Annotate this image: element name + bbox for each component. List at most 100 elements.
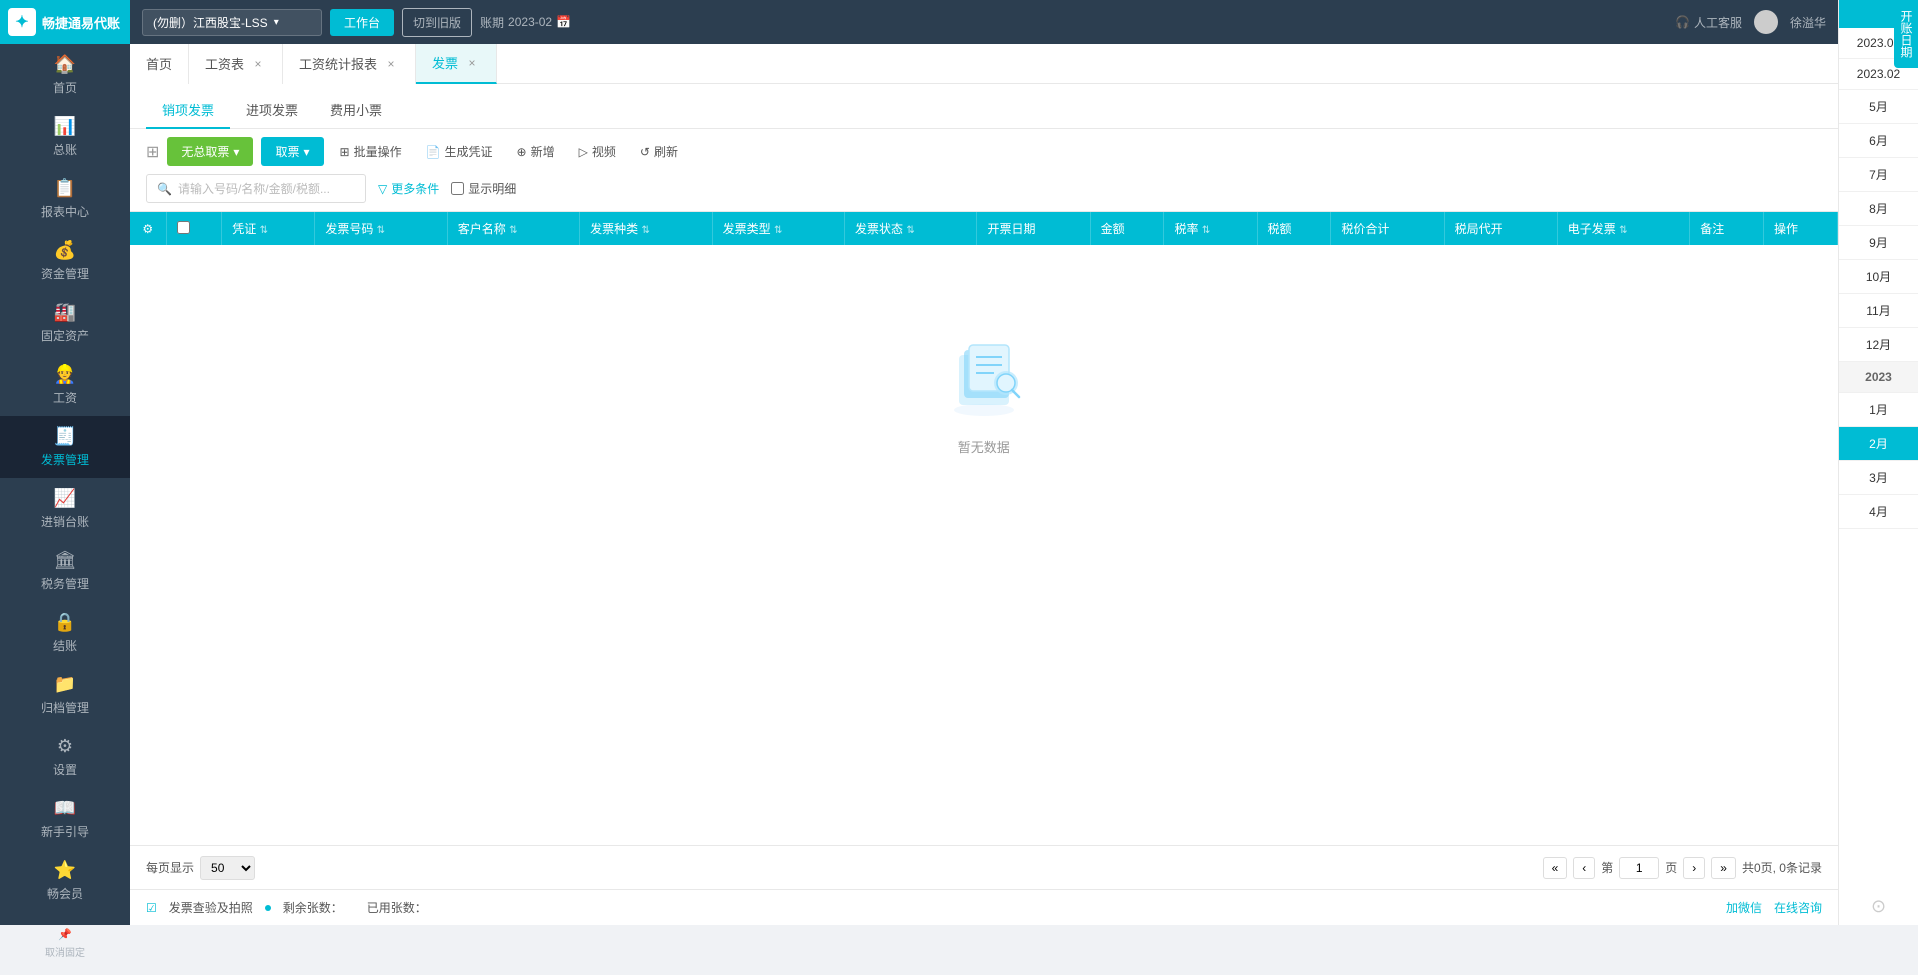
per-page-select[interactable]: 50 100 200 — [200, 856, 255, 880]
sidebar-item-funds[interactable]: 💰 资金管理 — [0, 230, 130, 292]
sidebar-item-label: 固定资产 — [41, 327, 89, 344]
sidebar-item-settings[interactable]: ⚙ 设置 — [0, 726, 130, 788]
tab-payroll-report-close[interactable]: × — [383, 56, 399, 72]
sidebar-item-guide[interactable]: 📖 新手引导 — [0, 788, 130, 850]
sidebar-item-archive[interactable]: 📁 归档管理 — [0, 664, 130, 726]
sidebar-item-payroll[interactable]: 👷 工资 — [0, 354, 130, 416]
col-voucher[interactable]: 凭证 ⇅ — [222, 212, 315, 245]
sidebar-item-label: 首页 — [53, 79, 77, 96]
top-bar: (勿删）江西股宝-LSS ▾ 工作台 切到旧版 账期 2023-02 📅 🎧 人… — [130, 0, 1838, 44]
next-page-button[interactable]: › — [1683, 857, 1705, 879]
col-invoice-status[interactable]: 发票状态 ⇅ — [845, 212, 977, 245]
date-period-3[interactable]: 3月 — [1839, 461, 1918, 495]
sort-einvoice-icon: ⇅ — [1619, 225, 1627, 236]
refresh-button[interactable]: ↺ 刷新 — [632, 137, 686, 166]
home-icon: 🏠 — [54, 54, 76, 75]
sidebar-item-reports[interactable]: 📋 报表中心 — [0, 168, 130, 230]
search-placeholder: 请输入号码/名称/金额/税额... — [178, 180, 330, 197]
sidebar-item-member[interactable]: ⭐ 畅会员 — [0, 850, 130, 912]
col-customer[interactable]: 客户名称 ⇅ — [447, 212, 579, 245]
last-page-button[interactable]: » — [1711, 857, 1736, 879]
sidebar-item-general-ledger[interactable]: 📊 总账 — [0, 106, 130, 168]
date-period-2[interactable]: 2月 — [1839, 427, 1918, 461]
page-navigation: « ‹ 第 页 › » 共0页, 0条记录 — [1543, 857, 1822, 879]
col-action[interactable]: 操作 — [1764, 212, 1838, 245]
join-wechat-link[interactable]: 加微信 — [1726, 899, 1762, 916]
verify-icon: ☑ — [146, 901, 157, 915]
close-period-icon: 🔒 — [54, 612, 76, 633]
date-period-1[interactable]: 1月 — [1839, 393, 1918, 427]
tab-payroll-close[interactable]: × — [250, 56, 266, 72]
open-period-button[interactable]: 开账日期 — [1894, 0, 1918, 68]
first-page-button[interactable]: « — [1543, 857, 1568, 879]
show-detail-checkbox[interactable] — [451, 182, 464, 195]
tab-invoice[interactable]: 发票 × — [416, 44, 497, 84]
workspace-button[interactable]: 工作台 — [330, 9, 394, 36]
video-button[interactable]: ▷ 视频 — [571, 137, 624, 166]
col-open-date[interactable]: 开票日期 — [977, 212, 1090, 245]
no-tax-ticket-button[interactable]: 无总取票 ▾ — [167, 137, 253, 166]
sidebar-item-sales-purchase[interactable]: 📈 进销台账 — [0, 478, 130, 540]
col-checkbox[interactable] — [166, 212, 222, 245]
tab-home[interactable]: 首页 — [130, 44, 189, 84]
tab-payroll-report-label: 工资统计报表 — [299, 54, 377, 73]
tab-invoice-label: 发票 — [432, 53, 458, 72]
company-selector[interactable]: (勿删）江西股宝-LSS ▾ — [142, 9, 322, 36]
col-tax[interactable]: 税额 — [1257, 212, 1331, 245]
prev-page-button[interactable]: ‹ — [1573, 857, 1595, 879]
sidebar-item-home[interactable]: 🏠 首页 — [0, 44, 130, 106]
col-e-invoice[interactable]: 电子发票 ⇅ — [1557, 212, 1689, 245]
col-tax-rate[interactable]: 税率 ⇅ — [1164, 212, 1257, 245]
col-tax-code[interactable]: 税局代开 — [1444, 212, 1557, 245]
sidebar-item-close-period[interactable]: 🔒 结账 — [0, 602, 130, 664]
col-tax-total[interactable]: 税价合计 — [1331, 212, 1444, 245]
date-period-7[interactable]: 7月 — [1839, 158, 1918, 192]
chevron-down-icon: ▾ — [274, 17, 279, 28]
col-amount[interactable]: 金额 — [1090, 212, 1164, 245]
page-input[interactable] — [1619, 857, 1659, 879]
get-ticket-button[interactable]: 取票 ▾ — [261, 137, 323, 166]
date-period-9[interactable]: 9月 — [1839, 226, 1918, 260]
logo-text: 畅捷通易代账 — [42, 13, 120, 32]
tab-invoice-close[interactable]: × — [464, 55, 480, 71]
sub-tab-purchase-invoice[interactable]: 进项发票 — [230, 92, 314, 129]
col-remark[interactable]: 备注 — [1690, 212, 1764, 245]
sidebar-item-label: 归档管理 — [41, 699, 89, 716]
add-button[interactable]: ⊕ 新增 — [509, 137, 563, 166]
date-period-5[interactable]: 5月 — [1839, 90, 1918, 124]
batch-ops-button[interactable]: ⊞ 批量操作 — [332, 137, 410, 166]
sub-tab-sales-invoice[interactable]: 销项发票 — [146, 92, 230, 129]
more-conditions-button[interactable]: ▽ 更多条件 — [378, 180, 439, 197]
search-icon: 🔍 — [157, 182, 172, 196]
date-period-12[interactable]: 12月 — [1839, 328, 1918, 362]
empty-state: 暂无数据 — [130, 245, 1838, 536]
show-detail-checkbox-label[interactable]: 显示明细 — [451, 180, 516, 197]
sidebar-item-fixed-assets[interactable]: 🏭 固定资产 — [0, 292, 130, 354]
col-invoice-type[interactable]: 发票种类 ⇅ — [580, 212, 712, 245]
customer-service-link[interactable]: 🎧 人工客服 — [1675, 14, 1742, 31]
col-settings[interactable]: ⚙ — [130, 212, 166, 245]
col-invoice-no[interactable]: 发票号码 ⇅ — [315, 212, 447, 245]
sidebar-item-label: 设置 — [53, 761, 77, 778]
sub-tab-expense-receipt[interactable]: 费用小票 — [314, 92, 398, 129]
page-label: 第 — [1601, 859, 1613, 876]
sidebar-item-tax[interactable]: 🏛 税务管理 — [0, 540, 130, 602]
old-version-button[interactable]: 切到旧版 — [402, 8, 472, 37]
tab-payroll-report[interactable]: 工资统计报表 × — [283, 44, 416, 84]
gen-voucher-button[interactable]: 📄 生成凭证 — [418, 137, 501, 166]
invoice-icon: 🧾 — [54, 426, 76, 447]
select-all-checkbox[interactable] — [177, 221, 190, 234]
search-input-wrapper[interactable]: 🔍 请输入号码/名称/金额/税额... — [146, 174, 366, 203]
online-service-link[interactable]: 在线咨询 — [1774, 899, 1822, 916]
date-period-8[interactable]: 8月 — [1839, 192, 1918, 226]
date-period-6[interactable]: 6月 — [1839, 124, 1918, 158]
date-period-11[interactable]: 11月 — [1839, 294, 1918, 328]
sidebar-pin-btn[interactable]: 📌 取消固定 — [8, 920, 122, 967]
grid-view-icon[interactable]: ⊞ — [146, 142, 159, 162]
date-period-4[interactable]: 4月 — [1839, 495, 1918, 529]
sidebar-item-invoice-mgmt[interactable]: 🧾 发票管理 — [0, 416, 130, 478]
date-period-10[interactable]: 10月 — [1839, 260, 1918, 294]
tab-payroll[interactable]: 工资表 × — [189, 44, 283, 84]
sidebar-item-label: 总账 — [53, 141, 77, 158]
col-invoice-category[interactable]: 发票类型 ⇅ — [712, 212, 844, 245]
